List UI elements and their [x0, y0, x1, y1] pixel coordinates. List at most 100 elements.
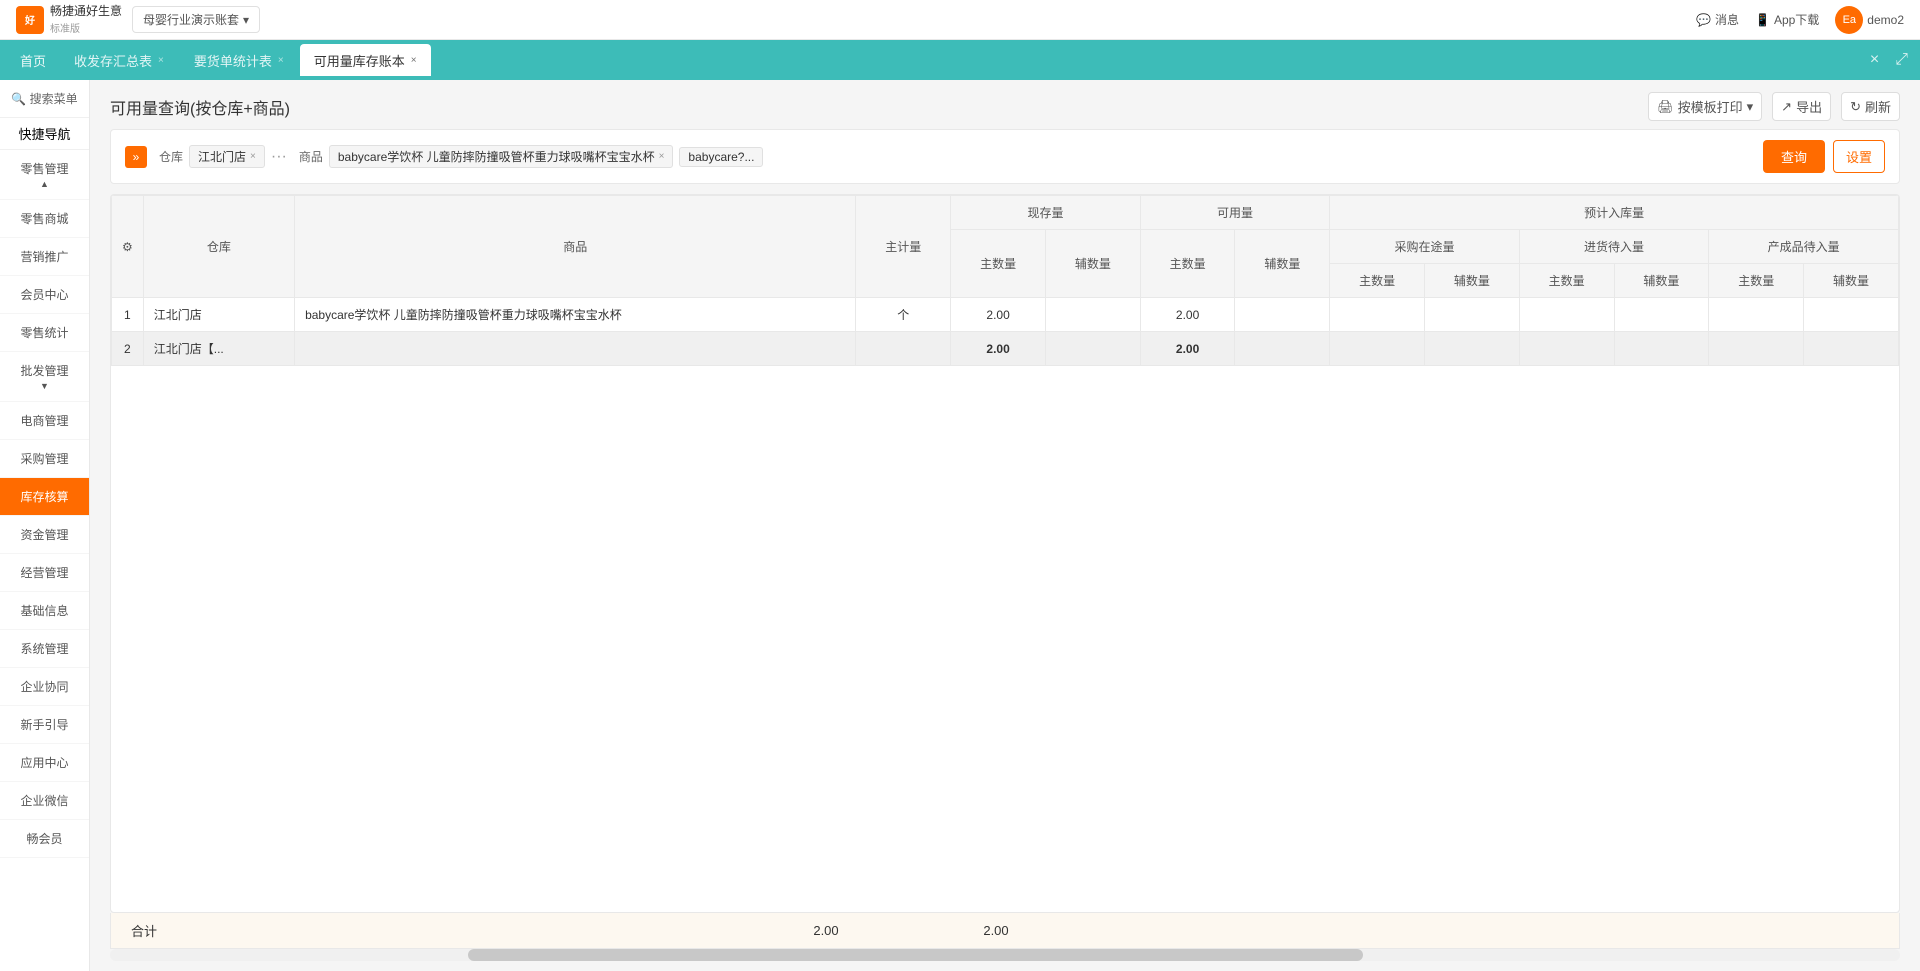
tab-shoufacun[interactable]: 收发存汇总表 ×: [60, 44, 178, 76]
product-tag1-close-icon[interactable]: ×: [659, 151, 665, 162]
sidebar-item-label: 零售商城: [20, 210, 68, 227]
page-actions: 🖨 按模板打印 ↗ 导出 ↻ 刷新: [1648, 92, 1900, 121]
tab-yaohuo-label: 要货单统计表: [194, 51, 272, 70]
sidebar-item-lingshouguan[interactable]: 零售管理 ▲: [0, 150, 89, 200]
sidebar-item-label: 企业微信: [20, 792, 68, 809]
row-available-aux: [1235, 298, 1330, 332]
sidebar-item-zijin[interactable]: 资金管理: [0, 516, 89, 554]
sidebar-item-qiyewei[interactable]: 企业微信: [0, 782, 89, 820]
sidebar-item-label: 零售管理: [20, 160, 68, 177]
sidebar-item-label: 资金管理: [20, 526, 68, 543]
export-button[interactable]: ↗ 导出: [1772, 92, 1831, 121]
sidebar-item-kucun[interactable]: 库存核算: [0, 478, 89, 516]
tab-keyongliang[interactable]: 可用量库存账本 ×: [300, 44, 431, 76]
subtotal-production-main: [1709, 332, 1804, 366]
logo-area: 好 畅捷通好生意 标准版: [16, 4, 122, 35]
avatar: Ea: [1835, 6, 1863, 34]
subtotal-current-main: 2.00: [951, 332, 1046, 366]
filter-bar: » 仓库 江北门店 × ··· 商品 babycare学饮杯 儿童防摔防撞吸管杯…: [110, 129, 1900, 184]
settings-col-header[interactable]: ⚙: [112, 196, 144, 298]
sidebar-item-label: 库存核算: [20, 488, 68, 505]
subtotal-warehouse: 江北门店【...: [143, 332, 294, 366]
horizontal-scrollbar[interactable]: [110, 949, 1900, 961]
subtotal-available-aux: [1235, 332, 1330, 366]
current-main-header: 主数量: [951, 230, 1046, 298]
print-chevron-icon: [1747, 99, 1754, 115]
tab-keyongliang-close[interactable]: ×: [411, 55, 417, 66]
sidebar-item-changhui[interactable]: 畅会员: [0, 820, 89, 858]
sidebar-item-qiye[interactable]: 企业协同: [0, 668, 89, 706]
row-num: 1: [112, 298, 144, 332]
print-button[interactable]: 🖨 按模板打印: [1648, 92, 1762, 121]
sidebar-item-lingshous[interactable]: 零售商城: [0, 200, 89, 238]
sidebar-item-lingshoutj[interactable]: 零售统计: [0, 314, 89, 352]
refresh-icon: ↻: [1850, 99, 1861, 115]
product-tag2[interactable]: babycare?...: [679, 147, 763, 167]
tab-yaohuo[interactable]: 要货单统计表 ×: [180, 44, 298, 76]
row-purchase-aux: [1425, 298, 1520, 332]
logo-text-area: 畅捷通好生意 标准版: [50, 4, 122, 35]
content-area: 可用量查询(按仓库+商品) 🖨 按模板打印 ↗ 导出 ↻ 刷新: [90, 80, 1920, 971]
row-product: babycare学饮杯 儿童防摔防撞吸管杯重力球吸嘴杯宝宝水杯: [295, 298, 856, 332]
main-layout: 🔍 搜索菜单 快捷导航 零售管理 ▲ 零售商城 营销推广 会员中心 零售统计 批…: [0, 80, 1920, 971]
top-bar-right: 💬 消息 📱 App下载 Ea demo2: [1696, 6, 1904, 34]
product-tag1-text: babycare学饮杯 儿童防摔防撞吸管杯重力球吸嘴杯宝宝水杯: [338, 148, 655, 165]
incoming-goods-header: 进货待入量: [1519, 230, 1709, 264]
app-download-button[interactable]: 📱 App下载: [1755, 11, 1819, 28]
subtotal-purchase-aux: [1425, 332, 1520, 366]
sidebar-item-yingyong[interactable]: 应用中心: [0, 744, 89, 782]
home-tab-label: 首页: [20, 51, 46, 70]
sidebar-item-jingying[interactable]: 经营管理: [0, 554, 89, 592]
page-title: 可用量查询(按仓库+商品): [110, 95, 290, 119]
query-button[interactable]: 查询: [1763, 140, 1825, 173]
scroll-thumb[interactable]: [468, 949, 1363, 961]
user-menu[interactable]: Ea demo2: [1835, 6, 1904, 34]
sidebar: 🔍 搜索菜单 快捷导航 零售管理 ▲ 零售商城 营销推广 会员中心 零售统计 批…: [0, 80, 90, 971]
industry-selector[interactable]: 母婴行业演示账套: [132, 6, 260, 33]
sidebar-item-jichu[interactable]: 基础信息: [0, 592, 89, 630]
sidebar-nav-item[interactable]: 快捷导航: [0, 118, 89, 150]
sidebar-item-huiyuan[interactable]: 会员中心: [0, 276, 89, 314]
product-tag1[interactable]: babycare学饮杯 儿童防摔防撞吸管杯重力球吸嘴杯宝宝水杯 ×: [329, 145, 674, 168]
filter-actions: 查询 设置: [1763, 140, 1885, 173]
incoming-main-header: 主数量: [1519, 264, 1614, 298]
sidebar-item-xitong[interactable]: 系统管理: [0, 630, 89, 668]
tab-shoufacun-close[interactable]: ×: [158, 55, 164, 66]
sidebar-item-pifa[interactable]: 批发管理 ▼: [0, 352, 89, 402]
warehouse-tag[interactable]: 江北门店 ×: [189, 145, 265, 168]
sidebar-item-caigou[interactable]: 采购管理: [0, 440, 89, 478]
row-current-aux: [1045, 298, 1140, 332]
tab-home[interactable]: 首页: [8, 44, 58, 76]
footer-available-main: 2.00: [951, 923, 1041, 938]
available-group-header: 可用量: [1140, 196, 1330, 230]
print-label: 按模板打印: [1678, 97, 1743, 116]
sidebar-item-dianshangg[interactable]: 电商管理: [0, 402, 89, 440]
export-label: 导出: [1796, 97, 1822, 116]
sidebar-item-yingxiao[interactable]: 营销推广: [0, 238, 89, 276]
subtotal-num: 2: [112, 332, 144, 366]
tab-expand-button[interactable]: ⤢: [1891, 47, 1912, 73]
sidebar-item-label: 采购管理: [20, 450, 68, 467]
settings-button[interactable]: 设置: [1833, 140, 1885, 173]
available-main-header: 主数量: [1140, 230, 1235, 298]
filter-warehouse-group: 仓库 江北门店 × ···: [159, 145, 287, 168]
sidebar-item-label: 基础信息: [20, 602, 68, 619]
warehouse-more-button[interactable]: ···: [271, 148, 287, 166]
message-button[interactable]: 💬 消息: [1696, 11, 1739, 28]
warehouse-tag-close-icon[interactable]: ×: [250, 151, 256, 162]
incoming-aux-header: 辅数量: [1614, 264, 1709, 298]
sidebar-item-label: 新手引导: [20, 716, 68, 733]
production-aux-header: 辅数量: [1804, 264, 1899, 298]
row-incoming-aux: [1614, 298, 1709, 332]
tab-close-all-button[interactable]: ×: [1866, 47, 1883, 73]
refresh-button[interactable]: ↻ 刷新: [1841, 92, 1900, 121]
username-label: demo2: [1867, 13, 1904, 27]
sidebar-search[interactable]: 🔍 搜索菜单: [0, 80, 89, 118]
current-group-header: 现存量: [951, 196, 1141, 230]
table-header-row1: ⚙ 仓库 商品 主计量 现存量 可用量 预计入库量: [112, 196, 1899, 230]
sidebar-item-xinshou[interactable]: 新手引导: [0, 706, 89, 744]
filter-expand-button[interactable]: »: [125, 146, 147, 168]
row-unit: 个: [856, 298, 951, 332]
top-bar-left: 好 畅捷通好生意 标准版 母婴行业演示账套: [16, 4, 260, 35]
tab-yaohuo-close[interactable]: ×: [278, 55, 284, 66]
